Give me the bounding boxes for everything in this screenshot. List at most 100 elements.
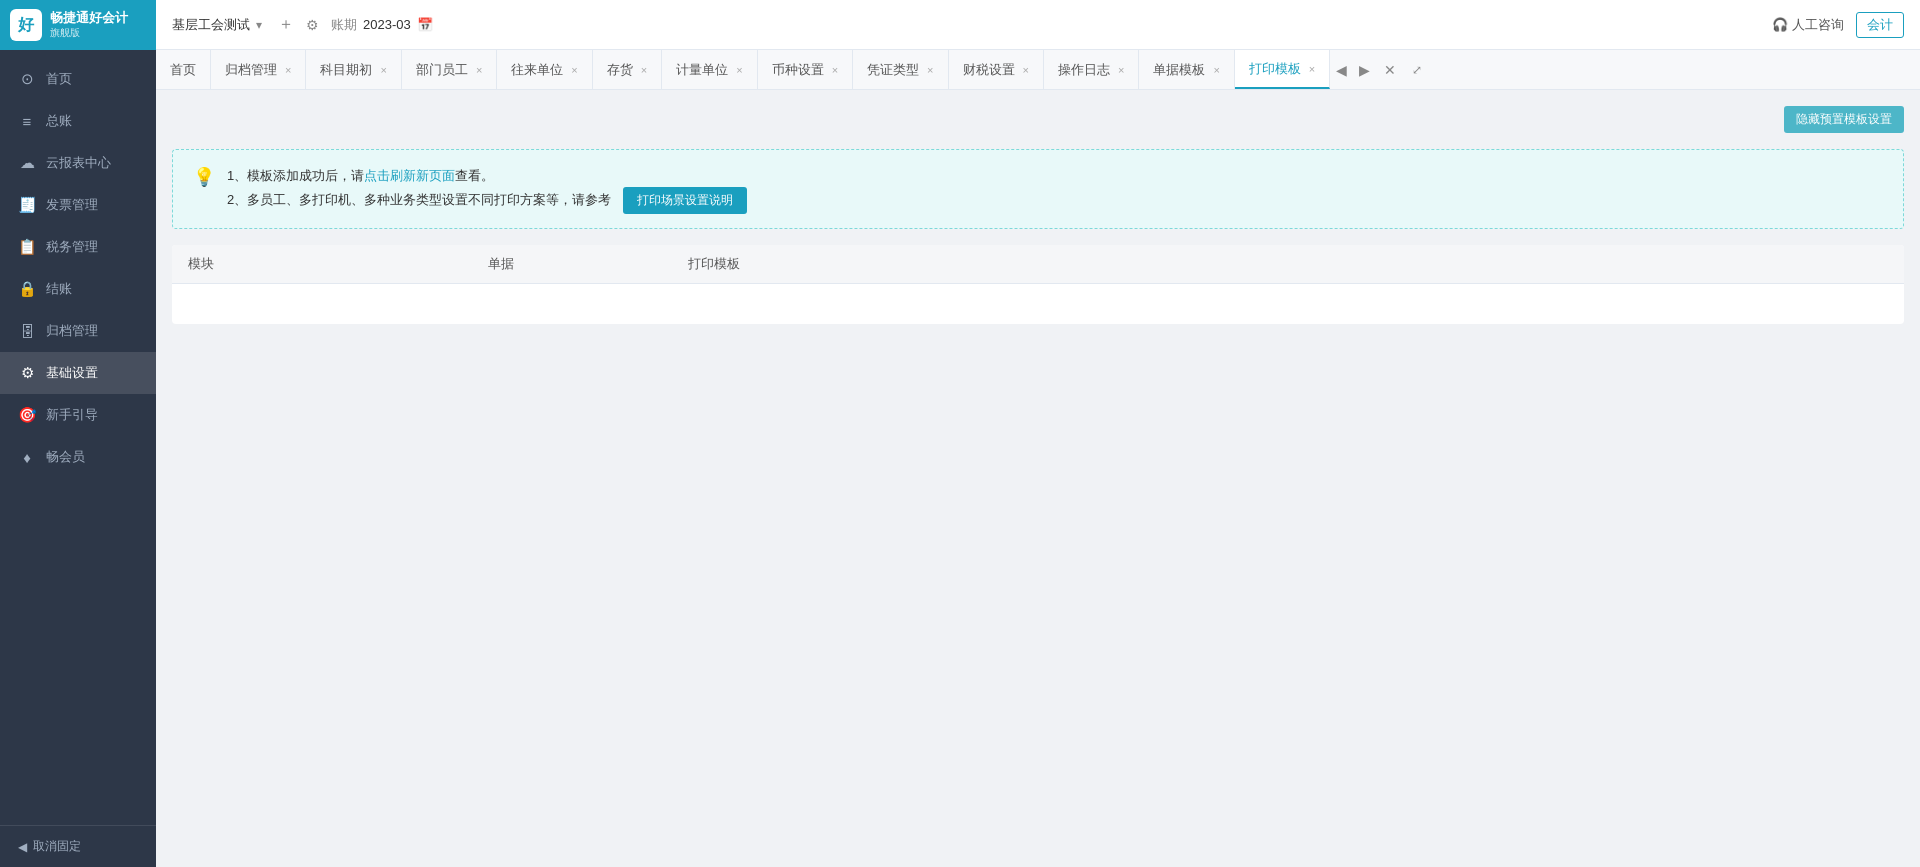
tab-archive-label: 归档管理 xyxy=(225,61,277,79)
sidebar-item-invoice[interactable]: 🧾 发票管理 xyxy=(0,184,156,226)
tab-unit-label: 计量单位 xyxy=(676,61,728,79)
tab-voucher-type[interactable]: 凭证类型 × xyxy=(853,50,948,89)
logo-sub: 旗舰版 xyxy=(50,26,128,40)
tab-supplier-label: 往来单位 xyxy=(511,61,563,79)
company-selector[interactable]: 基层工会测试 ▾ xyxy=(172,16,262,34)
tab-single-template-label: 单据模板 xyxy=(1153,61,1205,79)
tab-print-template-close[interactable]: × xyxy=(1309,63,1315,75)
tab-dept[interactable]: 部门员工 × xyxy=(402,50,497,89)
topbar: 基层工会测试 ▾ ＋ ⚙ 账期 2023-03 📅 🎧 人工咨询 会计 xyxy=(156,0,1920,50)
sidebar-item-home[interactable]: ⊙ 首页 xyxy=(0,58,156,100)
topbar-right: 🎧 人工咨询 会计 xyxy=(1772,12,1904,38)
sidebar-item-label: 归档管理 xyxy=(46,322,98,340)
period-selector[interactable]: 账期 2023-03 📅 xyxy=(331,16,433,34)
tab-voucher-type-close[interactable]: × xyxy=(927,64,933,76)
logo-icon: 好 xyxy=(10,9,42,41)
sidebar-logo: 好 畅捷通好会计 旗舰版 xyxy=(0,0,156,50)
tab-dept-label: 部门员工 xyxy=(416,61,468,79)
tab-dept-close[interactable]: × xyxy=(476,64,482,76)
tab-inventory[interactable]: 存货 × xyxy=(593,50,662,89)
banner-tip1: 1、模板添加成功后，请点击刷新新页面查看。 xyxy=(227,164,1883,187)
tab-single-template[interactable]: 单据模板 × xyxy=(1139,50,1234,89)
logo-text: 畅捷通好会计 xyxy=(50,10,128,27)
sidebar-item-reports[interactable]: ☁ 云报表中心 xyxy=(0,142,156,184)
tab-home-label: 首页 xyxy=(170,61,196,79)
print-scene-button[interactable]: 打印场景设置说明 xyxy=(623,187,747,214)
refresh-link[interactable]: 点击刷新新页面 xyxy=(364,168,455,183)
settings-icon[interactable]: ⚙ xyxy=(306,17,319,33)
service-label: 人工咨询 xyxy=(1792,16,1844,34)
invoice-icon: 🧾 xyxy=(18,196,36,214)
sidebar-item-vip[interactable]: ♦ 畅会员 xyxy=(0,436,156,478)
info-banner: 💡 1、模板添加成功后，请点击刷新新页面查看。 2、多员工、多打印机、多种业务类… xyxy=(172,149,1904,229)
tab-subject[interactable]: 科目期初 × xyxy=(306,50,401,89)
content-area: 隐藏预置模板设置 💡 1、模板添加成功后，请点击刷新新页面查看。 2、多员工、多… xyxy=(156,90,1920,867)
tab-unit[interactable]: 计量单位 × xyxy=(662,50,757,89)
tab-archive[interactable]: 归档管理 × xyxy=(211,50,306,89)
table-body-empty xyxy=(172,284,1904,324)
sidebar-item-label: 云报表中心 xyxy=(46,154,111,172)
tab-supplier[interactable]: 往来单位 × xyxy=(497,50,592,89)
sidebar-item-archive[interactable]: 🗄 归档管理 xyxy=(0,310,156,352)
unpin-button[interactable]: ◀ 取消固定 xyxy=(0,825,156,867)
template-table: 模块 单据 打印模板 xyxy=(172,245,1904,324)
tab-close-all-button[interactable]: ✕ xyxy=(1376,50,1404,89)
guide-icon: 🎯 xyxy=(18,406,36,424)
sidebar-item-label: 首页 xyxy=(46,70,72,88)
banner-tip2: 2、多员工、多打印机、多种业务类型设置不同打印方案等，请参考 打印场景设置说明 xyxy=(227,187,1883,214)
tab-inventory-close[interactable]: × xyxy=(641,64,647,76)
tab-oplog-close[interactable]: × xyxy=(1118,64,1124,76)
cloud-icon: ☁ xyxy=(18,154,36,172)
tab-archive-close[interactable]: × xyxy=(285,64,291,76)
tab-next-button[interactable]: ▶ xyxy=(1353,50,1376,89)
lock-icon: 🔒 xyxy=(18,280,36,298)
tab-currency-label: 币种设置 xyxy=(772,61,824,79)
col-doc-header: 单据 xyxy=(488,255,688,273)
sidebar-item-basic[interactable]: ⚙ 基础设置 xyxy=(0,352,156,394)
accountant-button[interactable]: 会计 xyxy=(1856,12,1904,38)
tab-print-template[interactable]: 打印模板 × xyxy=(1235,50,1330,89)
headset-icon: 🎧 xyxy=(1772,17,1788,32)
sidebar-item-ledger[interactable]: ≡ 总账 xyxy=(0,100,156,142)
tabbar: 首页 归档管理 × 科目期初 × 部门员工 × 往来单位 × 存货 × 计量单位… xyxy=(156,50,1920,90)
tax-icon: 📋 xyxy=(18,238,36,256)
accountant-label: 会计 xyxy=(1867,17,1893,32)
unpin-icon: ◀ xyxy=(18,840,27,854)
tab-currency-close[interactable]: × xyxy=(832,64,838,76)
company-name: 基层工会测试 xyxy=(172,16,250,34)
add-company-button[interactable]: ＋ xyxy=(278,14,294,35)
period-value: 2023-03 xyxy=(363,17,411,32)
tab-supplier-close[interactable]: × xyxy=(571,64,577,76)
gear-icon: ⚙ xyxy=(18,364,36,382)
sidebar-item-label: 税务管理 xyxy=(46,238,98,256)
sidebar: 好 畅捷通好会计 旗舰版 ⊙ 首页 ≡ 总账 ☁ 云报表中心 🧾 发票管理 📋 … xyxy=(0,0,156,867)
sidebar-item-label: 基础设置 xyxy=(46,364,98,382)
tab-oplog[interactable]: 操作日志 × xyxy=(1044,50,1139,89)
sidebar-item-label: 总账 xyxy=(46,112,72,130)
tab-subject-label: 科目期初 xyxy=(320,61,372,79)
hide-template-button[interactable]: 隐藏预置模板设置 xyxy=(1784,106,1904,133)
col-module-header: 模块 xyxy=(188,255,488,273)
tab-tax[interactable]: 财税设置 × xyxy=(949,50,1044,89)
company-dropdown-icon[interactable]: ▾ xyxy=(256,18,262,32)
tab-prev-button[interactable]: ◀ xyxy=(1330,50,1353,89)
sidebar-item-label: 畅会员 xyxy=(46,448,85,466)
tab-expand-button[interactable]: ⤢ xyxy=(1404,50,1430,89)
sidebar-item-tax[interactable]: 📋 税务管理 xyxy=(0,226,156,268)
tab-tax-close[interactable]: × xyxy=(1023,64,1029,76)
calendar-icon[interactable]: 📅 xyxy=(417,17,433,32)
tab-home[interactable]: 首页 xyxy=(156,50,211,89)
sidebar-item-label: 新手引导 xyxy=(46,406,98,424)
tab-currency[interactable]: 币种设置 × xyxy=(758,50,853,89)
home-icon: ⊙ xyxy=(18,70,36,88)
sidebar-item-close[interactable]: 🔒 结账 xyxy=(0,268,156,310)
top-actions: 隐藏预置模板设置 xyxy=(172,106,1904,141)
service-button[interactable]: 🎧 人工咨询 xyxy=(1772,16,1844,34)
sidebar-item-newbie[interactable]: 🎯 新手引导 xyxy=(0,394,156,436)
tab-single-template-close[interactable]: × xyxy=(1213,64,1219,76)
ledger-icon: ≡ xyxy=(18,113,36,130)
archive-icon: 🗄 xyxy=(18,323,36,340)
tab-tax-label: 财税设置 xyxy=(963,61,1015,79)
tab-subject-close[interactable]: × xyxy=(380,64,386,76)
tab-unit-close[interactable]: × xyxy=(736,64,742,76)
